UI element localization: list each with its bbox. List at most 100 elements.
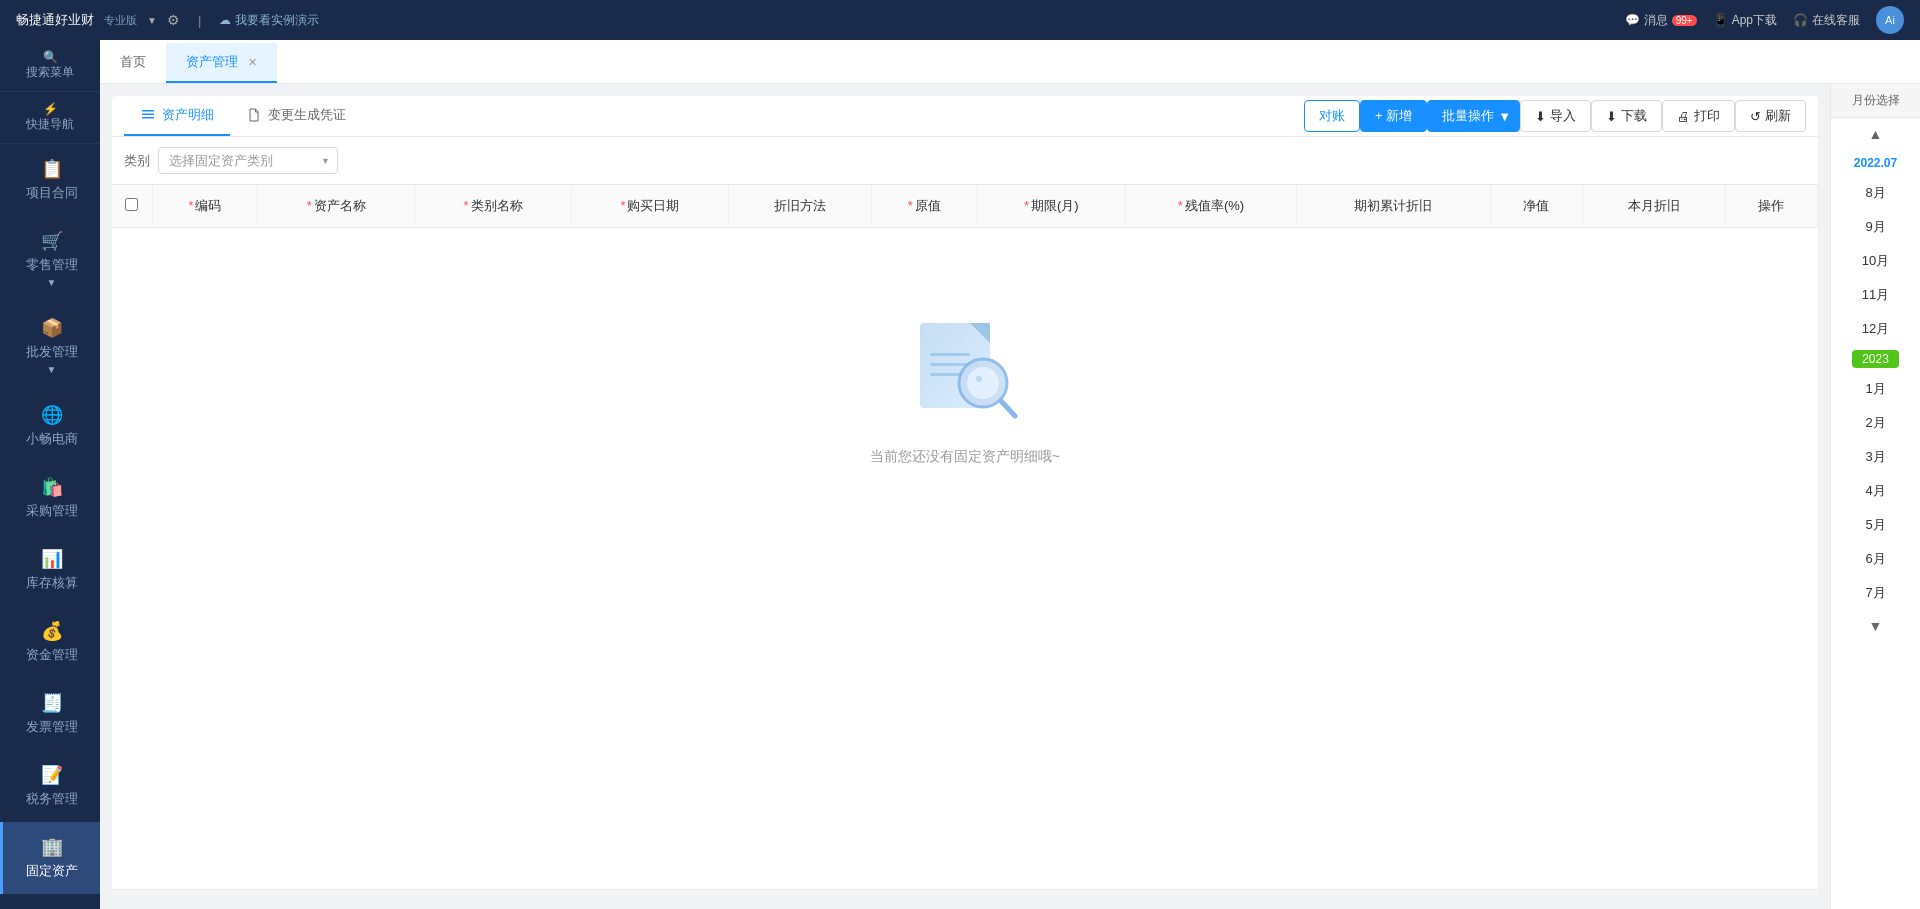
import-icon: ⬇ [1535,109,1546,124]
empty-illustration [895,308,1035,428]
sidebar-item-search-menu[interactable]: 🔍 搜索菜单 [0,40,100,92]
sub-tab-change-voucher[interactable]: 变更生成凭证 [230,96,362,136]
sub-tab-asset-detail[interactable]: 资产明细 [124,96,230,136]
add-button[interactable]: + 新增 [1360,100,1427,132]
empty-text: 当前您还没有固定资产明细哦~ [870,448,1060,466]
online-service-button[interactable]: 🎧 在线客服 [1793,12,1860,29]
tab-home[interactable]: 首页 [100,43,166,83]
col-code: *编码 [152,185,258,228]
retail-arrow-icon: ▼ [47,277,57,288]
headset-icon: 🎧 [1793,13,1808,27]
refresh-icon: ↺ [1750,109,1761,124]
print-button[interactable]: 🖨 打印 [1662,100,1735,132]
sidebar-item-purchase-management[interactable]: 🛍️ 采购管理 [0,462,100,534]
horizontal-scrollbar[interactable] [112,889,1818,897]
svg-rect-0 [142,110,154,112]
invoice-icon: 🧾 [11,692,92,714]
ecommerce-icon: 🌐 [11,404,92,426]
month-item-aug-2022[interactable]: 8月 [1831,176,1920,210]
month-item-nov-2022[interactable]: 11月 [1831,278,1920,312]
header-right: 💬 消息 99+ 📱 App下载 🎧 在线客服 Ai [1625,6,1904,34]
month-item-jul-2023[interactable]: 7月 [1831,576,1920,610]
sidebar-item-fixed-assets[interactable]: 🏢 固定资产 [0,822,100,894]
category-label: 类别 [124,152,150,170]
batch-arrow-icon: ▼ [47,364,57,375]
message-icon: 💬 [1625,13,1640,27]
sidebar-item-tax-management[interactable]: 📝 税务管理 [0,750,100,822]
sidebar-item-fund-management[interactable]: 💰 资金管理 [0,606,100,678]
svg-point-9 [967,367,999,399]
batch-button[interactable]: 批量操作 ▼ [1427,100,1520,132]
month-item-sep-2022[interactable]: 9月 [1831,210,1920,244]
app-name: 畅捷通好业财 [16,11,94,29]
tab-close-icon[interactable]: ✕ [248,56,257,68]
import-button[interactable]: ⬇ 导入 [1520,100,1591,132]
sidebar-item-salary[interactable]: 💵 工资 [0,894,100,909]
col-depreciation-method: 折旧方法 [728,185,871,228]
sidebar-item-batch-management[interactable]: 📦 批发管理 ▼ [0,303,100,390]
year-2022-label: 2022.07 [1831,150,1920,176]
tab-asset-management[interactable]: 资产管理 ✕ [166,43,277,83]
page-content: 资产明细 变更生成凭证 对账 [100,84,1920,909]
col-monthly-depreciation: 本月折旧 [1582,185,1725,228]
nav-icon: ⚡ [8,102,92,116]
month-item-jan-2023[interactable]: 1月 [1831,372,1920,406]
year-2023-badge: 2023 [1852,350,1899,368]
company-dropdown-icon[interactable]: ▼ [147,15,157,26]
message-button[interactable]: 💬 消息 99+ [1625,12,1697,29]
col-period-months: *期限(月) [977,185,1125,228]
col-purchase-date: *购买日期 [572,185,729,228]
month-panel-header: 月份选择 [1831,84,1920,118]
reconcile-button[interactable]: 对账 [1304,100,1360,132]
search-menu-label: 搜索菜单 [8,64,92,81]
app-subtitle: 专业版 [104,13,137,28]
purchase-icon: 🛍️ [11,476,92,498]
svg-rect-5 [930,353,970,356]
demo-link[interactable]: ☁ 我要看实例演示 [219,12,319,29]
month-nav-down-row: ▼ [1831,610,1920,642]
svg-rect-1 [142,114,154,116]
table-container: *编码 *资产名称 *类别名称 *购买日期 [112,185,1818,889]
doc-icon [246,107,262,123]
month-item-apr-2023[interactable]: 4月 [1831,474,1920,508]
select-all-checkbox[interactable] [125,198,138,211]
category-select[interactable]: 选择固定资产类别 [158,147,338,174]
fund-icon: 💰 [11,620,92,642]
main-layout: 🔍 搜索菜单 ⚡ 快捷导航 📋 项目合同 🛒 零售管理 ▼ 📦 批发管理 ▼ 🌐… [0,40,1920,909]
demo-cloud-icon: ☁ [219,13,231,27]
sidebar-item-retail-management[interactable]: 🛒 零售管理 ▼ [0,216,100,303]
sidebar-item-ecommerce[interactable]: 🌐 小畅电商 [0,390,100,462]
month-nav-down-button[interactable]: ▼ [1864,614,1888,638]
batch-icon: 📦 [11,317,92,339]
month-nav-up-button[interactable]: ▲ [1864,122,1888,146]
month-item-oct-2022[interactable]: 10月 [1831,244,1920,278]
month-item-mar-2023[interactable]: 3月 [1831,440,1920,474]
app-download-button[interactable]: 📱 App下载 [1713,12,1777,29]
sidebar-item-inventory[interactable]: 📊 库存核算 [0,534,100,606]
download-button[interactable]: ⬇ 下载 [1591,100,1662,132]
settings-icon[interactable]: ⚙ [167,12,180,28]
user-avatar[interactable]: Ai [1876,6,1904,34]
fixed-assets-icon: 🏢 [11,836,92,858]
assets-table: *编码 *资产名称 *类别名称 *购买日期 [112,185,1818,546]
col-asset-name: *资产名称 [258,185,415,228]
batch-dropdown-icon: ▼ [1498,109,1511,124]
sidebar-item-quick-nav[interactable]: ⚡ 快捷导航 [0,92,100,144]
contract-icon: 📋 [11,158,92,180]
month-item-jun-2023[interactable]: 6月 [1831,542,1920,576]
month-item-dec-2022[interactable]: 12月 [1831,312,1920,346]
col-accumulated-depreciation: 期初累计折旧 [1296,185,1490,228]
top-header: 畅捷通好业财 专业版 ▼ ⚙ | ☁ 我要看实例演示 💬 消息 99+ 📱 Ap… [0,0,1920,40]
empty-state: 当前您还没有固定资产明细哦~ [112,228,1818,546]
year-2023-badge-row: 2023 [1831,346,1920,372]
phone-icon: 📱 [1713,13,1728,27]
sidebar-item-invoice-management[interactable]: 🧾 发票管理 [0,678,100,750]
content-area: 首页 资产管理 ✕ [100,40,1920,909]
month-item-may-2023[interactable]: 5月 [1831,508,1920,542]
col-net-value: 净值 [1490,185,1582,228]
month-nav-up-row: ▲ [1831,118,1920,150]
month-item-feb-2023[interactable]: 2月 [1831,406,1920,440]
sidebar-item-project-contract[interactable]: 📋 项目合同 [0,144,100,216]
message-badge: 99+ [1672,15,1697,26]
refresh-button[interactable]: ↺ 刷新 [1735,100,1806,132]
